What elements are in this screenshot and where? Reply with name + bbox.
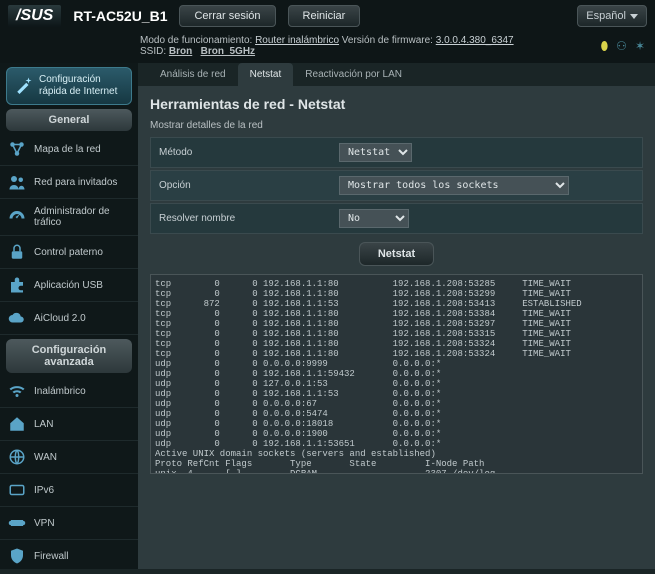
sidebar-item-label: Mapa de la red	[34, 144, 101, 155]
sidebar-section-general: General	[6, 109, 132, 131]
method-label: Método	[159, 147, 339, 158]
content-area: Análisis de red Netstat Reactivación por…	[138, 63, 655, 569]
tab-netstat[interactable]: Netstat	[238, 63, 294, 86]
model-name: RT-AC52U_B1	[73, 8, 167, 24]
ssid-2: Bron_5GHz	[201, 46, 255, 57]
ssid-1: Bron	[169, 46, 192, 57]
sidebar-item-parental[interactable]: Control paterno	[0, 236, 138, 269]
home-icon	[8, 415, 26, 433]
logout-button[interactable]: Cerrar sesión	[179, 5, 275, 27]
wand-icon	[15, 76, 33, 94]
sidebar-item-traffic[interactable]: Administrador de tráfico	[0, 199, 138, 236]
row-method: Método Netstat	[150, 137, 643, 168]
tab-netanalysis[interactable]: Análisis de red	[148, 63, 238, 86]
usb-icon: ⬮	[601, 39, 609, 54]
cloud-icon	[8, 309, 26, 327]
sidebar-item-label: Firewall	[34, 551, 68, 562]
sidebar-item-label: Administrador de tráfico	[34, 206, 132, 228]
sidebar-item-firewall[interactable]: Firewall	[0, 540, 138, 569]
top-bar: /SUS RT-AC52U_B1 Cerrar sesión Reiniciar…	[0, 0, 655, 32]
tab-bar: Análisis de red Netstat Reactivación por…	[138, 63, 655, 86]
sidebar-item-vpn[interactable]: VPN	[0, 507, 138, 540]
resolve-select[interactable]: No	[339, 209, 409, 228]
language-dropdown[interactable]: Español	[577, 5, 647, 27]
sidebar-item-label: IPv6	[34, 485, 54, 496]
sidebar-item-label: Control paterno	[34, 247, 103, 258]
sidebar-item-usb[interactable]: Aplicación USB	[0, 269, 138, 302]
sidebar-item-wireless[interactable]: Inalámbrico	[0, 375, 138, 408]
option-select[interactable]: Mostrar todos los sockets	[339, 176, 569, 195]
sidebar-item-aicloud[interactable]: AiCloud 2.0	[0, 302, 138, 335]
sidebar-item-label: AiCloud 2.0	[34, 313, 86, 324]
run-netstat-button[interactable]: Netstat	[359, 242, 434, 266]
page-title: Herramientas de red - Netstat	[150, 96, 643, 112]
network-map-icon	[8, 140, 26, 158]
sidebar-item-ipv6[interactable]: IPv6	[0, 474, 138, 507]
sidebar-item-label: WAN	[34, 452, 57, 463]
lock-icon	[8, 243, 26, 261]
status-bar: Modo de funcionamiento: Router inalámbri…	[0, 32, 655, 63]
sidebar-quick-setup[interactable]: Configuración rápida de Internet	[6, 67, 132, 105]
option-label: Opción	[159, 180, 339, 191]
row-resolve: Resolver nombre No	[150, 203, 643, 234]
reboot-button[interactable]: Reiniciar	[288, 5, 361, 27]
sidebar: Configuración rápida de Internet General…	[0, 63, 138, 569]
sidebar-item-guest[interactable]: Red para invitados	[0, 166, 138, 199]
mode-label: Modo de funcionamiento:	[140, 35, 255, 46]
globe-icon	[8, 448, 26, 466]
fw-label: Versión de firmware:	[342, 35, 436, 46]
mode-link[interactable]: Router inalámbrico	[255, 35, 339, 46]
vpn-icon	[8, 514, 26, 532]
sidebar-quick-label: Configuración rápida de Internet	[39, 74, 117, 97]
security-icon: ✶	[635, 39, 645, 54]
sidebar-item-label: LAN	[34, 419, 53, 430]
users-icon	[8, 173, 26, 191]
chevron-down-icon	[630, 14, 638, 19]
method-select[interactable]: Netstat	[339, 143, 412, 162]
tab-wol[interactable]: Reactivación por LAN	[293, 63, 414, 86]
sidebar-item-label: Inalámbrico	[34, 386, 86, 397]
guest-icon: ⚇	[616, 39, 627, 54]
wifi-icon	[8, 382, 26, 400]
brand-logo: /SUS	[8, 5, 61, 27]
ssid-label: SSID:	[140, 46, 169, 57]
ipv6-icon	[8, 481, 26, 499]
sidebar-item-wan[interactable]: WAN	[0, 441, 138, 474]
sidebar-item-lan[interactable]: LAN	[0, 408, 138, 441]
sidebar-item-label: VPN	[34, 518, 55, 529]
firmware-link[interactable]: 3.0.0.4.380_6347	[436, 35, 514, 46]
sidebar-item-label: Red para invitados	[34, 177, 117, 188]
row-option: Opción Mostrar todos los sockets	[150, 170, 643, 201]
puzzle-icon	[8, 276, 26, 294]
shield-icon	[8, 547, 26, 565]
language-label: Español	[586, 10, 626, 22]
page-subtitle: Mostrar detalles de la red	[150, 120, 643, 131]
resolve-label: Resolver nombre	[159, 213, 339, 224]
sidebar-item-network-map[interactable]: Mapa de la red	[0, 133, 138, 166]
gauge-icon	[8, 208, 26, 226]
sidebar-section-advanced: Configuración avanzada	[6, 339, 132, 373]
sidebar-item-label: Aplicación USB	[34, 280, 103, 291]
netstat-output[interactable]	[150, 274, 643, 474]
